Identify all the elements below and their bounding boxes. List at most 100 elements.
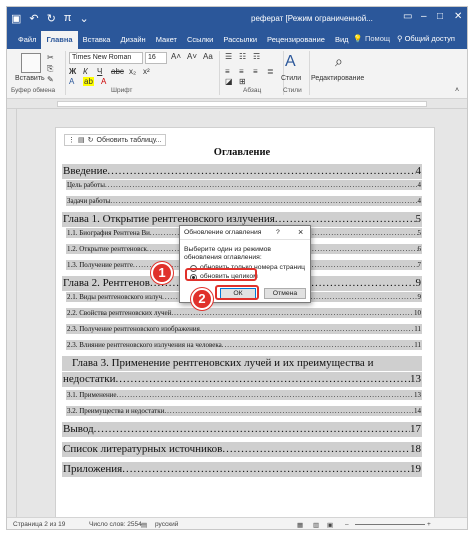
toc-entry[interactable]: Вывод ..................................… <box>62 422 422 437</box>
ruler-text-area <box>57 101 427 107</box>
cut-icon[interactable]: ✂ <box>47 53 54 62</box>
zoom-out-icon[interactable]: – <box>345 521 349 528</box>
share-button[interactable]: ⚲ Общий доступ <box>397 34 455 43</box>
ribbon-tabs: Файл Главна Вставка Дизайн Макет Ссылки … <box>7 31 467 49</box>
maximize-icon[interactable]: □ <box>437 11 443 22</box>
dialog-help-button[interactable]: ? <box>276 229 280 236</box>
toc-entry[interactable]: 3.2. Преимущества и недостатки .........… <box>66 406 422 416</box>
underline-icon[interactable]: Ч <box>97 67 102 76</box>
customize-qat-icon[interactable]: ⌄ <box>79 12 88 25</box>
tell-me-icon[interactable]: 💡 <box>353 34 362 43</box>
strikethrough-icon[interactable]: abc <box>111 67 124 76</box>
minimize-icon[interactable]: – <box>421 11 427 22</box>
align-center-icon[interactable]: ≡ <box>239 67 244 76</box>
bold-icon[interactable]: Ж <box>69 67 76 76</box>
redo-icon[interactable]: ↻ <box>47 12 56 25</box>
toc-entry[interactable]: 2.2. Свойства рентгеновских лучей ......… <box>66 308 422 318</box>
tab-home[interactable]: Главна <box>41 31 78 49</box>
styles-button[interactable]: Стили <box>281 75 301 82</box>
change-case-icon[interactable]: Aa <box>203 52 213 61</box>
toc-entry[interactable]: Цель работы ............................… <box>66 180 422 190</box>
shading-icon[interactable]: ◪ <box>225 77 233 86</box>
dialog-close-button[interactable]: × <box>298 227 303 237</box>
toc-update-button[interactable]: Обновить таблицу... <box>97 137 162 144</box>
toc-dot-leader: ........................................… <box>221 341 415 349</box>
toc-entry[interactable]: недостатки .............................… <box>62 372 422 387</box>
proofing-icon[interactable]: ▤ <box>141 521 147 529</box>
read-mode-icon[interactable]: ▥ <box>313 521 319 529</box>
toc-entry-title: недостатки <box>63 373 116 385</box>
toc-entry[interactable]: Глава 3. Применение рентгеновских лучей … <box>62 356 422 371</box>
toc-entry-title: Список литературных источников <box>63 443 223 455</box>
italic-icon[interactable]: К <box>83 67 88 76</box>
toc-entry-page: 11 <box>414 325 421 333</box>
find-icon[interactable]: ⌕ <box>335 53 343 70</box>
font-name-combo[interactable]: Times New Roman <box>69 52 143 64</box>
status-language[interactable]: русский <box>155 521 178 528</box>
numbering-icon[interactable]: ☷ <box>239 52 246 61</box>
toc-entry-page: 13 <box>410 373 421 385</box>
tab-file[interactable]: Файл <box>13 31 41 49</box>
toc-entry[interactable]: Приложения .............................… <box>62 462 422 477</box>
focus-mode-icon[interactable]: ▦ <box>297 521 303 529</box>
toc-entry[interactable]: Введение ...............................… <box>62 164 422 179</box>
quick-access-toolbar: ▣ ↶ ↻ π ⌄ <box>11 12 89 25</box>
zoom-slider[interactable] <box>355 524 425 525</box>
align-right-icon[interactable]: ≡ <box>253 67 258 76</box>
tab-view[interactable]: Вид <box>330 31 354 49</box>
toc-entry[interactable]: 2.3. Получение рентгеновского изображени… <box>66 324 422 334</box>
horizontal-ruler[interactable] <box>7 99 467 109</box>
toc-entry[interactable]: 2.3. Влияние рентгеновского излучения на… <box>66 340 422 350</box>
collapse-ribbon-icon[interactable]: ˄ <box>455 87 459 94</box>
scroll-thumb[interactable] <box>429 419 435 479</box>
paste-icon[interactable] <box>21 53 41 73</box>
document-page[interactable]: ⋮ ▤ ↻ Обновить таблицу... Оглавление Вве… <box>55 127 435 527</box>
tab-insert[interactable]: Вставка <box>78 31 116 49</box>
styles-icon[interactable]: A <box>285 53 296 71</box>
close-icon[interactable]: ✕ <box>454 11 462 22</box>
highlight-icon[interactable]: ab <box>83 77 94 86</box>
borders-icon[interactable]: ⊞ <box>239 77 246 86</box>
table-of-contents[interactable]: Оглавление Введение ....................… <box>62 146 422 477</box>
paste-button[interactable]: Вставить <box>15 75 45 82</box>
font-color-icon[interactable]: A <box>101 77 106 86</box>
bullets-icon[interactable]: ☰ <box>225 52 232 61</box>
toc-entry[interactable]: Задачи работы ..........................… <box>66 196 422 206</box>
status-page[interactable]: Страница 2 из 19 <box>13 521 65 528</box>
justify-icon[interactable]: ≣ <box>267 67 274 76</box>
toc-update-icon[interactable]: ↻ <box>88 136 94 144</box>
text-effects-icon[interactable]: A <box>69 77 74 86</box>
tab-design[interactable]: Дизайн <box>115 31 150 49</box>
toc-entry-page: 19 <box>410 463 421 475</box>
print-layout-icon[interactable]: ▣ <box>327 521 333 529</box>
font-size-combo[interactable]: 16 <box>145 52 167 64</box>
save-icon[interactable]: ▣ <box>11 12 21 25</box>
tell-me-box[interactable]: Помощ <box>365 34 390 43</box>
format-painter-icon[interactable]: ✎ <box>47 75 54 84</box>
ribbon-display-icon[interactable]: ▭ <box>403 11 412 22</box>
tab-review[interactable]: Рецензирование <box>262 31 330 49</box>
status-words[interactable]: Число слов: 2554 <box>89 521 142 528</box>
zoom-in-icon[interactable]: + <box>427 521 431 528</box>
tab-mailings[interactable]: Рассылки <box>218 31 262 49</box>
editing-button[interactable]: Редактирование <box>311 75 364 82</box>
multilevel-list-icon[interactable]: ☶ <box>253 52 260 61</box>
toc-options-icon[interactable]: ⋮ <box>68 136 75 144</box>
toc-dot-leader: ........................................… <box>115 373 410 385</box>
tab-references[interactable]: Ссылки <box>182 31 218 49</box>
align-left-icon[interactable]: ≡ <box>225 67 230 76</box>
subscript-icon[interactable]: x₂ <box>129 67 136 76</box>
superscript-icon[interactable]: x² <box>143 67 150 76</box>
undo-icon[interactable]: ↶ <box>29 12 38 25</box>
toc-entry[interactable]: Список литературных источников .........… <box>62 442 422 457</box>
pi-icon[interactable]: π <box>64 12 72 25</box>
toc-entry[interactable]: 3.1. Применение ........................… <box>66 390 422 400</box>
vertical-ruler[interactable] <box>7 109 17 517</box>
tab-layout[interactable]: Макет <box>151 31 182 49</box>
cancel-button[interactable]: Отмена <box>264 288 306 299</box>
copy-icon[interactable]: ⎘ <box>47 64 53 74</box>
toc-entry-title: Глава 2. Рентгенов <box>63 277 150 289</box>
font-shrink-icon[interactable]: A˅ <box>187 52 197 61</box>
toc-menu-icon[interactable]: ▤ <box>78 136 85 144</box>
font-grow-icon[interactable]: A˄ <box>171 52 181 61</box>
